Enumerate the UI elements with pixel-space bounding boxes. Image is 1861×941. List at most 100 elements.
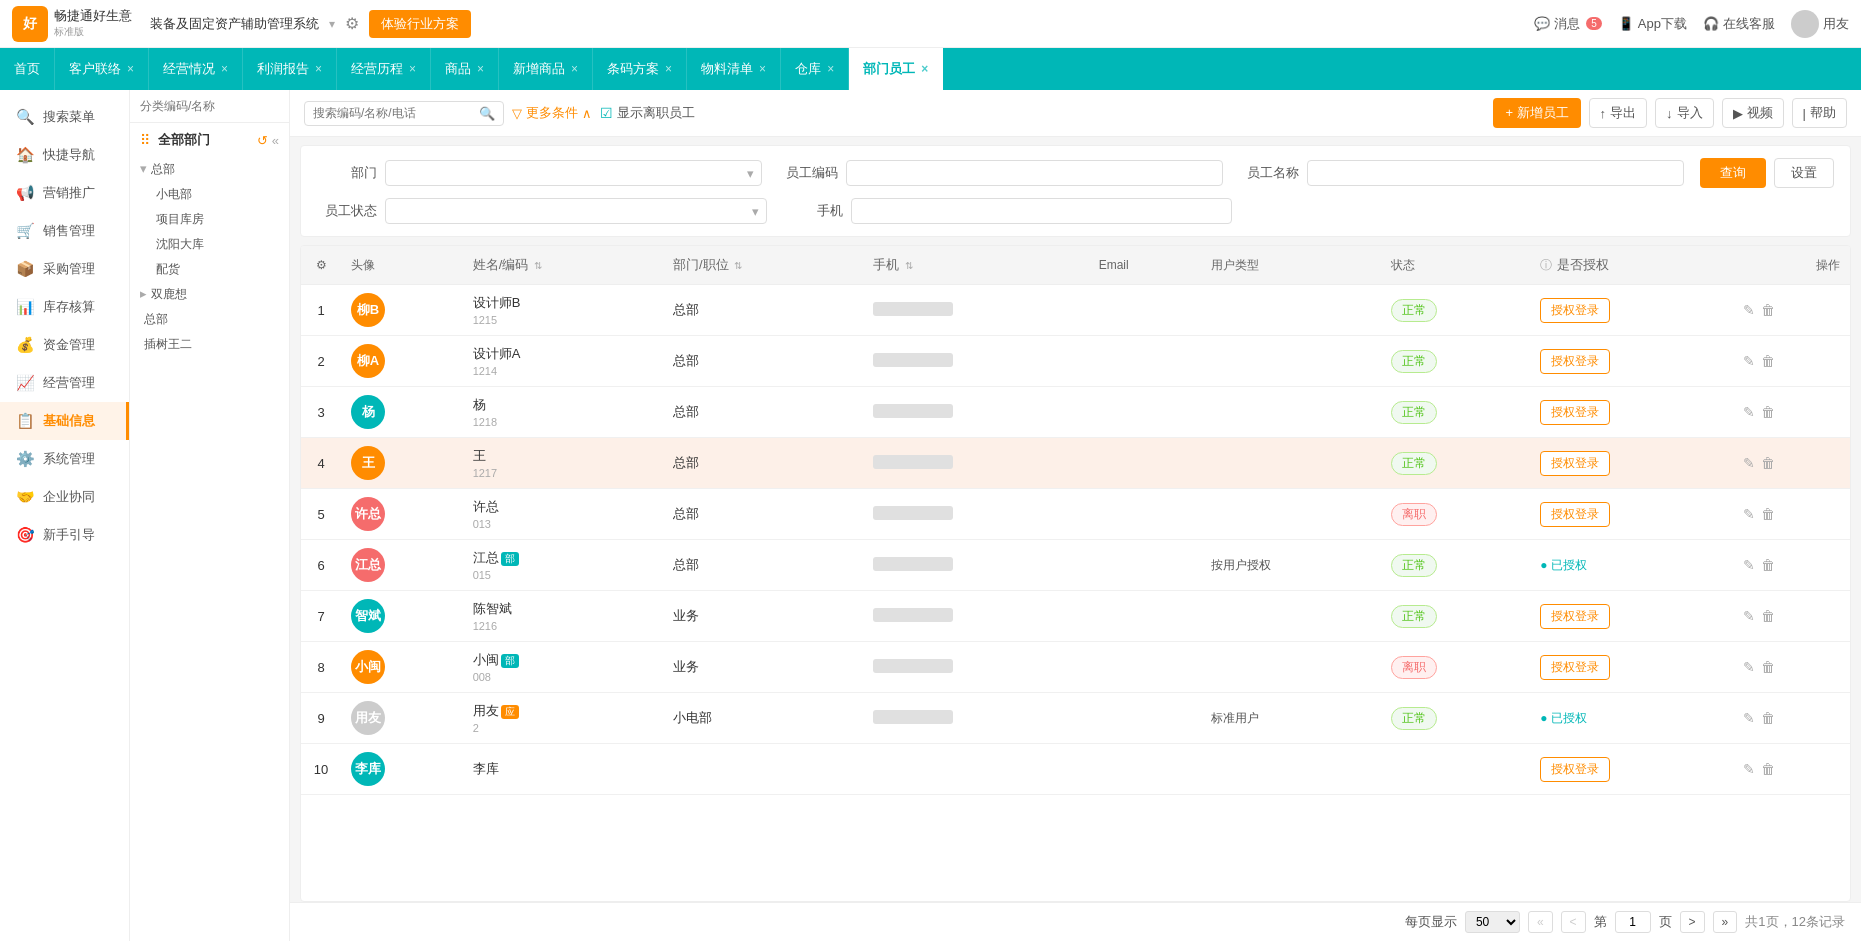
dept-collapse-icon[interactable]: « [272, 133, 279, 148]
tab-history[interactable]: 经营历程× [337, 48, 431, 90]
online-service-button[interactable]: 🎧 在线客服 [1703, 15, 1775, 33]
edit-icon[interactable]: ✎ [1743, 710, 1755, 726]
sidebar-item-search[interactable]: 🔍 搜索菜单 [0, 98, 129, 136]
tab-barcode[interactable]: 条码方案× [593, 48, 687, 90]
app-download-button[interactable]: 📱 App下载 [1618, 15, 1687, 33]
dept-section-0[interactable]: ▾总部 [130, 157, 289, 182]
tab-bom[interactable]: 物料清单× [687, 48, 781, 90]
close-tab-customer[interactable]: × [127, 62, 134, 76]
dept-section-2[interactable]: 总部 [130, 307, 289, 332]
close-tab-profit[interactable]: × [315, 62, 322, 76]
per-page-select[interactable]: 50 100 [1465, 911, 1520, 933]
auth-button[interactable]: 授权登录 [1540, 298, 1610, 323]
delete-icon[interactable]: 🗑 [1761, 455, 1775, 471]
delete-icon[interactable]: 🗑 [1761, 404, 1775, 420]
phone-sort-icon[interactable]: ⇅ [905, 260, 913, 271]
phone-input[interactable] [851, 198, 1233, 224]
add-employee-button[interactable]: + 新增员工 [1493, 98, 1580, 128]
settings-icon[interactable]: ⚙ [345, 14, 359, 33]
tab-warehouse[interactable]: 仓库× [781, 48, 849, 90]
edit-icon[interactable]: ✎ [1743, 761, 1755, 777]
sidebar-item-inventory[interactable]: 📊 库存核算 [0, 288, 129, 326]
close-tab-bom[interactable]: × [759, 62, 766, 76]
sidebar-item-finance[interactable]: 💰 资金管理 [0, 326, 129, 364]
import-button[interactable]: ↓ 导入 [1655, 98, 1714, 128]
more-conditions-button[interactable]: ▽ 更多条件 ∧ [512, 104, 592, 122]
delete-icon[interactable]: 🗑 [1761, 761, 1775, 777]
delete-icon[interactable]: 🗑 [1761, 506, 1775, 522]
view-button[interactable]: ▶ 视频 [1722, 98, 1784, 128]
close-tab-department[interactable]: × [921, 62, 928, 76]
close-tab-goods[interactable]: × [477, 62, 484, 76]
edit-icon[interactable]: ✎ [1743, 608, 1755, 624]
close-tab-operation[interactable]: × [221, 62, 228, 76]
edit-icon[interactable]: ✎ [1743, 455, 1755, 471]
dropdown-icon[interactable]: ▾ [329, 17, 335, 31]
set-button[interactable]: 设置 [1774, 158, 1834, 188]
dept-refresh-icon[interactable]: ↺ [257, 133, 268, 148]
tab-home[interactable]: 首页 [0, 48, 55, 90]
sidebar-item-sales[interactable]: 🛒 销售管理 [0, 212, 129, 250]
name-sort-icon[interactable]: ⇅ [534, 260, 542, 271]
message-button[interactable]: 💬 消息 5 [1534, 15, 1602, 33]
status-select[interactable] [385, 198, 767, 224]
help-button[interactable]: | 帮助 [1792, 98, 1847, 128]
dept-all-header[interactable]: ⠿ 全部部门 ↺ « [130, 123, 289, 157]
sidebar-item-basic[interactable]: 📋 基础信息 [0, 402, 129, 440]
edit-icon[interactable]: ✎ [1743, 659, 1755, 675]
sidebar-item-management[interactable]: 📈 经营管理 [0, 364, 129, 402]
dept-child-shenyang[interactable]: 沈阳大库 [146, 232, 289, 257]
tab-goods[interactable]: 商品× [431, 48, 499, 90]
dept-select[interactable] [385, 160, 762, 186]
employee-code-input[interactable] [846, 160, 1223, 186]
dept-child-project[interactable]: 项目库房 [146, 207, 289, 232]
next-page-button[interactable]: > [1680, 911, 1705, 933]
edit-icon[interactable]: ✎ [1743, 506, 1755, 522]
auth-button[interactable]: 授权登录 [1540, 400, 1610, 425]
sidebar-item-marketing[interactable]: 📢 营销推广 [0, 174, 129, 212]
auth-button[interactable]: 授权登录 [1540, 757, 1610, 782]
dept-section-1[interactable]: ▸双鹿想 [130, 282, 289, 307]
search-input[interactable] [313, 106, 473, 120]
close-tab-barcode[interactable]: × [665, 62, 672, 76]
query-button[interactable]: 查询 [1700, 158, 1766, 188]
tab-department[interactable]: 部门员工× [849, 48, 943, 90]
sidebar-item-nav[interactable]: 🏠 快捷导航 [0, 136, 129, 174]
dept-child-xiaodian[interactable]: 小电部 [146, 182, 289, 207]
auth-button[interactable]: 授权登录 [1540, 349, 1610, 374]
trial-button[interactable]: 体验行业方案 [369, 10, 471, 38]
edit-icon[interactable]: ✎ [1743, 302, 1755, 318]
tab-new-goods[interactable]: 新增商品× [499, 48, 593, 90]
delete-icon[interactable]: 🗑 [1761, 710, 1775, 726]
export-button[interactable]: ↑ 导出 [1589, 98, 1648, 128]
edit-icon[interactable]: ✎ [1743, 353, 1755, 369]
dept-sort-icon[interactable]: ⇅ [734, 260, 742, 271]
delete-icon[interactable]: 🗑 [1761, 608, 1775, 624]
delete-icon[interactable]: 🗑 [1761, 302, 1775, 318]
delete-icon[interactable]: 🗑 [1761, 353, 1775, 369]
tab-customer[interactable]: 客户联络× [55, 48, 149, 90]
auth-button[interactable]: 授权登录 [1540, 655, 1610, 680]
tab-profit[interactable]: 利润报告× [243, 48, 337, 90]
user-area[interactable]: 用友 [1791, 10, 1849, 38]
sidebar-item-purchase[interactable]: 📦 采购管理 [0, 250, 129, 288]
last-page-button[interactable]: » [1713, 911, 1738, 933]
close-tab-new-goods[interactable]: × [571, 62, 578, 76]
edit-icon[interactable]: ✎ [1743, 404, 1755, 420]
auth-button[interactable]: 授权登录 [1540, 451, 1610, 476]
close-tab-history[interactable]: × [409, 62, 416, 76]
edit-icon[interactable]: ✎ [1743, 557, 1755, 573]
tab-operation[interactable]: 经营情况× [149, 48, 243, 90]
dept-search-input[interactable] [140, 99, 290, 113]
close-tab-warehouse[interactable]: × [827, 62, 834, 76]
employee-name-input[interactable] [1307, 160, 1684, 186]
delete-icon[interactable]: 🗑 [1761, 659, 1775, 675]
page-input[interactable] [1615, 911, 1651, 933]
show-inactive-toggle[interactable]: ☑ 显示离职员工 [600, 104, 695, 122]
sidebar-item-system[interactable]: ⚙️ 系统管理 [0, 440, 129, 478]
delete-icon[interactable]: 🗑 [1761, 557, 1775, 573]
auth-button[interactable]: 授权登录 [1540, 604, 1610, 629]
prev-page-button[interactable]: < [1561, 911, 1586, 933]
auth-button[interactable]: 授权登录 [1540, 502, 1610, 527]
sidebar-item-guide[interactable]: 🎯 新手引导 [0, 516, 129, 554]
